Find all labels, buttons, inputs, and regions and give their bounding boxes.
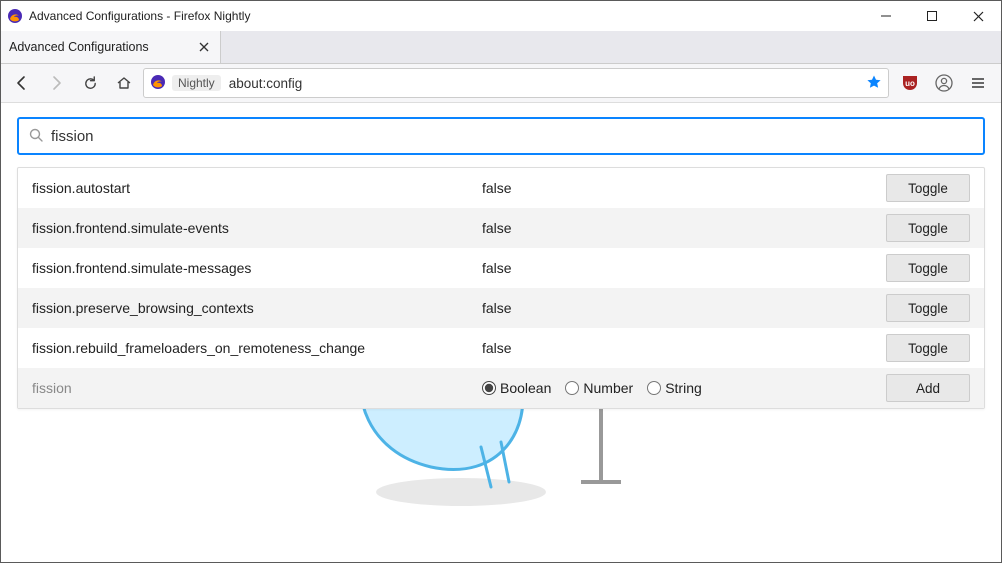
- pref-row: fission.rebuild_frameloaders_on_remotene…: [18, 328, 984, 368]
- url-text: about:config: [229, 76, 860, 91]
- pref-value: false: [482, 300, 880, 316]
- identity-label: Nightly: [172, 75, 221, 91]
- pref-toggle-button[interactable]: Toggle: [886, 174, 970, 202]
- back-button[interactable]: [7, 68, 37, 98]
- pref-toggle-button[interactable]: Toggle: [886, 214, 970, 242]
- pref-type-option[interactable]: Boolean: [482, 380, 551, 396]
- pref-row: fission.autostartfalse Toggle: [18, 168, 984, 208]
- pref-toggle-button[interactable]: Toggle: [886, 294, 970, 322]
- pref-name: fission.rebuild_frameloaders_on_remotene…: [32, 340, 482, 356]
- pref-search-input[interactable]: [51, 128, 973, 145]
- forward-button[interactable]: [41, 68, 71, 98]
- window-minimize-button[interactable]: [863, 1, 909, 31]
- pref-value: false: [482, 180, 880, 196]
- browser-tab[interactable]: Advanced Configurations: [1, 31, 221, 63]
- url-bar[interactable]: Nightly about:config: [143, 68, 889, 98]
- tab-label: Advanced Configurations: [9, 40, 196, 54]
- pref-name: fission.preserve_browsing_contexts: [32, 300, 482, 316]
- pref-new-row: fissionBoolean Number String Add: [18, 368, 984, 408]
- ublock-icon[interactable]: uo: [897, 70, 923, 96]
- home-button[interactable]: [109, 68, 139, 98]
- account-icon[interactable]: [931, 70, 957, 96]
- pref-name: fission.frontend.simulate-messages: [32, 260, 482, 276]
- pref-value: false: [482, 340, 880, 356]
- window-close-button[interactable]: [955, 1, 1001, 31]
- pref-name: fission.autostart: [32, 180, 482, 196]
- pref-row: fission.preserve_browsing_contextsfalse T…: [18, 288, 984, 328]
- bookmark-star-icon[interactable]: [866, 74, 882, 93]
- page-content: fission.autostartfalseTogglefission.fron…: [1, 103, 1001, 562]
- pref-value: false: [482, 220, 880, 236]
- pref-add-button[interactable]: Add: [886, 374, 970, 402]
- pref-type-radio[interactable]: [647, 381, 661, 395]
- pref-type-option[interactable]: String: [647, 380, 702, 396]
- app-menu-button[interactable]: [965, 70, 991, 96]
- navigation-toolbar: Nightly about:config uo: [1, 64, 1001, 103]
- pref-results-table: fission.autostartfalseTogglefission.fron…: [17, 167, 985, 409]
- pref-type-radios: Boolean Number String: [482, 380, 880, 396]
- tab-strip: Advanced Configurations: [1, 31, 1001, 64]
- window-maximize-button[interactable]: [909, 1, 955, 31]
- pref-row: fission.frontend.simulate-messagesfalse T…: [18, 248, 984, 288]
- pref-type-radio[interactable]: [482, 381, 496, 395]
- pref-search-box[interactable]: [17, 117, 985, 155]
- firefox-nightly-icon: [7, 8, 23, 24]
- pref-row: fission.frontend.simulate-eventsfalse Tog…: [18, 208, 984, 248]
- firefox-nightly-icon: [150, 74, 166, 93]
- pref-toggle-button[interactable]: Toggle: [886, 334, 970, 362]
- tab-close-button[interactable]: [196, 39, 212, 55]
- window-titlebar: Advanced Configurations - Firefox Nightl…: [1, 1, 1001, 31]
- pref-type-radio[interactable]: [565, 381, 579, 395]
- pref-value: false: [482, 260, 880, 276]
- reload-button[interactable]: [75, 68, 105, 98]
- svg-text:uo: uo: [905, 79, 915, 88]
- pref-name: fission.frontend.simulate-events: [32, 220, 482, 236]
- pref-new-name: fission: [32, 380, 482, 396]
- window-title: Advanced Configurations - Firefox Nightl…: [29, 9, 250, 23]
- search-icon: [29, 128, 43, 145]
- pref-toggle-button[interactable]: Toggle: [886, 254, 970, 282]
- pref-type-option[interactable]: Number: [565, 380, 633, 396]
